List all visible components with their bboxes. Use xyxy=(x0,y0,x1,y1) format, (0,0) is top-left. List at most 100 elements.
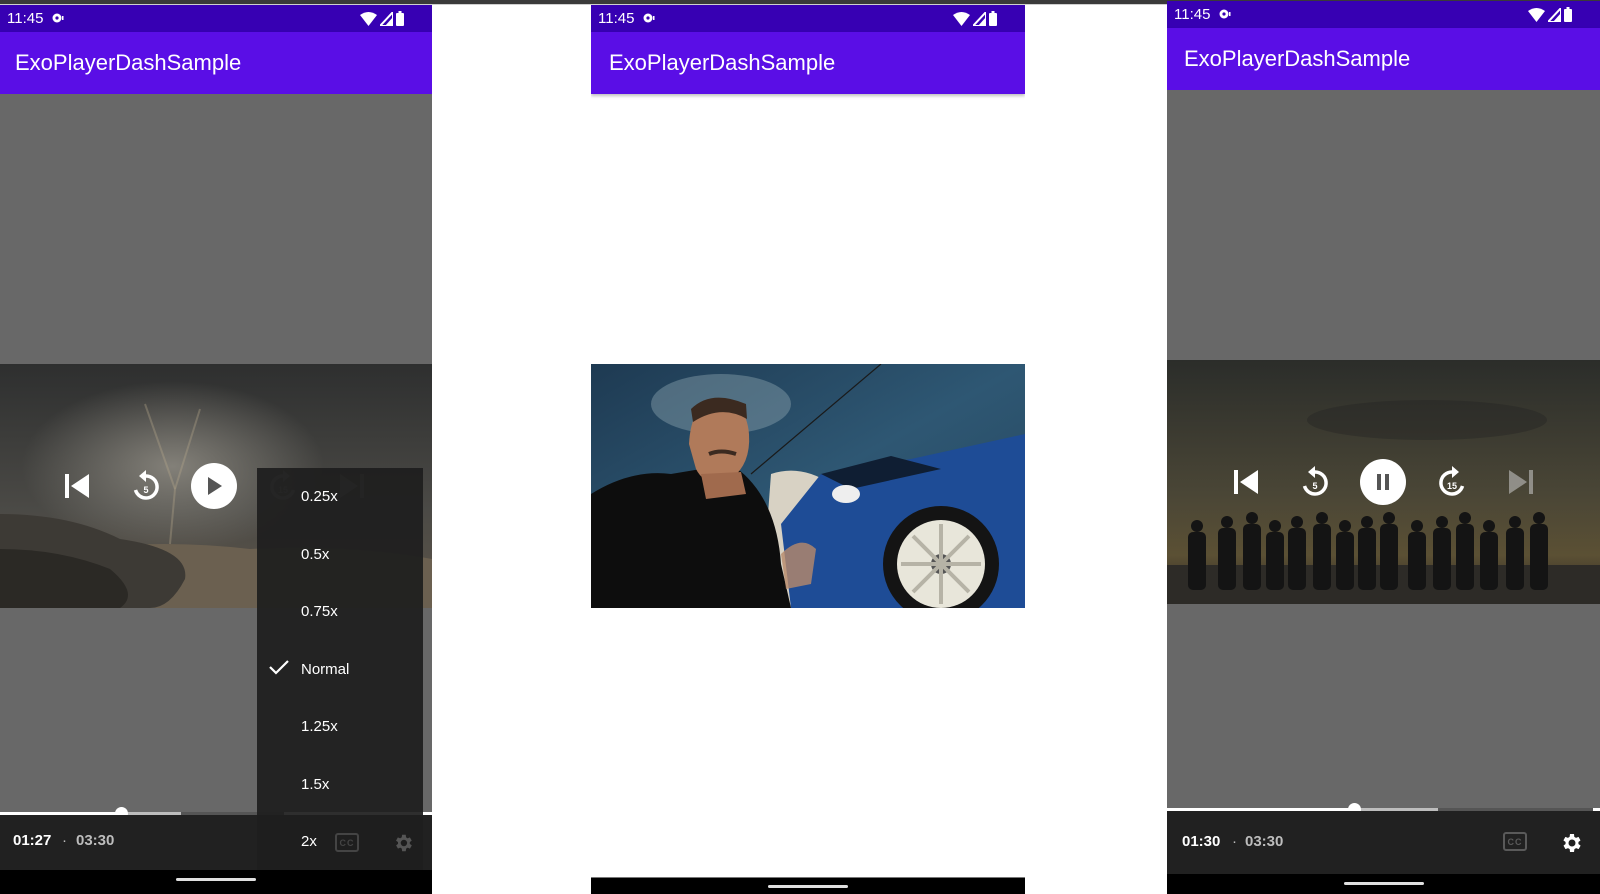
person-head xyxy=(1291,516,1303,528)
skip-previous-icon xyxy=(1234,470,1258,494)
person-head xyxy=(1221,516,1233,528)
battery-icon xyxy=(1564,7,1572,22)
rewind-button[interactable]: 5 xyxy=(124,464,168,508)
rewind-button[interactable]: 5 xyxy=(1293,460,1337,504)
control-bar: 01:30 · 03:30 CC xyxy=(1167,811,1600,874)
notification-icon xyxy=(52,13,64,23)
status-icons xyxy=(953,11,997,26)
person-silhouette xyxy=(1313,524,1331,590)
status-time: 11:45 xyxy=(1174,6,1211,23)
person-silhouette xyxy=(1218,528,1236,590)
home-gesture-handle[interactable] xyxy=(1343,882,1424,885)
home-gesture-handle[interactable] xyxy=(768,885,848,888)
subtitles-button[interactable]: CC xyxy=(1503,832,1527,851)
seek-bar-track xyxy=(591,877,1025,878)
person-head xyxy=(1361,516,1373,528)
signal-icon xyxy=(380,12,393,26)
wifi-icon xyxy=(360,12,377,26)
person-head xyxy=(1191,520,1203,532)
time-separator: · xyxy=(1232,833,1237,850)
person-head xyxy=(1339,520,1351,532)
person-head xyxy=(1509,516,1521,528)
person-silhouette xyxy=(1243,524,1261,590)
speed-option[interactable]: 0.5x xyxy=(257,526,423,583)
video-frame-man-and-car xyxy=(591,364,1025,608)
speed-option-label: 0.25x xyxy=(301,488,338,505)
speed-option[interactable]: 0.75x xyxy=(257,583,423,640)
app-bar: ExoPlayerDashSample xyxy=(591,32,1025,94)
skip-next-icon xyxy=(1509,470,1533,494)
person-head xyxy=(1533,512,1545,524)
subtitles-button[interactable]: CC xyxy=(335,833,359,852)
app-title: ExoPlayerDashSample xyxy=(1184,46,1411,71)
rewind-5-icon: 5 xyxy=(1302,466,1328,496)
navigation-bar xyxy=(0,870,432,894)
video-surface[interactable] xyxy=(591,364,1025,608)
app-title: ExoPlayerDashSample xyxy=(609,50,836,75)
forward-seconds-label: 15 xyxy=(1447,481,1457,491)
person-silhouette xyxy=(1530,524,1548,590)
current-position: 01:30 xyxy=(1182,833,1221,850)
pause-button[interactable] xyxy=(1360,459,1406,505)
settings-button[interactable] xyxy=(392,832,414,854)
duration: 03:30 xyxy=(1245,833,1284,850)
status-icons xyxy=(1528,7,1572,22)
forward-15-icon: 15 xyxy=(1439,466,1465,496)
pause-icon xyxy=(1377,474,1389,490)
person-silhouette xyxy=(1266,532,1284,590)
speed-option[interactable]: 0.25x xyxy=(257,468,423,525)
person-silhouette xyxy=(1433,528,1451,590)
duration: 03:30 xyxy=(76,832,115,849)
person-head xyxy=(1246,512,1258,524)
speed-option[interactable]: 1.5x xyxy=(257,756,423,813)
status-bar: 11:45 xyxy=(0,5,432,32)
person-silhouette xyxy=(1380,524,1398,590)
status-bar: 11:45 xyxy=(591,5,1025,32)
settings-button[interactable] xyxy=(1559,831,1583,855)
person-head xyxy=(1459,512,1471,524)
navigation-bar xyxy=(591,877,1025,894)
battery-icon xyxy=(989,11,997,26)
speed-option-label: 0.5x xyxy=(301,545,330,563)
person-head xyxy=(1316,512,1328,524)
status-bar: 11:45 xyxy=(1167,1,1600,28)
fast-forward-button[interactable]: 15 xyxy=(1430,460,1474,504)
check-icon xyxy=(269,659,289,675)
home-gesture-handle[interactable] xyxy=(176,878,256,881)
rewind-5-icon: 5 xyxy=(133,470,159,500)
current-position: 01:27 xyxy=(13,832,52,849)
cc-label: CC xyxy=(1507,836,1523,847)
person-head xyxy=(1436,516,1448,528)
person-head xyxy=(1411,520,1423,532)
person-head xyxy=(1383,512,1395,524)
speed-option-label: 0.75x xyxy=(301,603,338,620)
notification-icon xyxy=(643,13,655,23)
person-silhouette xyxy=(1188,532,1206,590)
previous-button[interactable] xyxy=(1224,460,1268,504)
speed-option[interactable]: 1.25x xyxy=(257,698,423,755)
skip-previous-icon xyxy=(65,474,89,498)
person-silhouette xyxy=(1288,528,1306,590)
play-icon xyxy=(208,477,222,495)
phone-screen-right: 11:45 ExoPlayerDashSample 5 15 01:30 · 0… xyxy=(1167,1,1600,894)
app-bar: ExoPlayerDashSample xyxy=(1167,28,1600,90)
wifi-icon xyxy=(953,12,970,26)
rewind-seconds-label: 5 xyxy=(1312,481,1317,491)
playback-speed-menu: 0.25x 0.5x 0.75x Normal 1.25x 1.5x 2x xyxy=(257,468,423,870)
speed-option-label: 1.25x xyxy=(301,718,338,735)
speed-option[interactable]: Normal xyxy=(257,641,423,698)
person-head xyxy=(1269,520,1281,532)
person-silhouette xyxy=(1408,532,1426,590)
person-silhouette xyxy=(1358,528,1376,590)
time-separator: · xyxy=(62,832,67,849)
battery-icon xyxy=(396,11,404,26)
previous-button[interactable] xyxy=(55,464,99,508)
navigation-bar xyxy=(1167,874,1600,894)
status-time: 11:45 xyxy=(7,10,44,27)
status-icons xyxy=(360,11,404,26)
play-button[interactable] xyxy=(191,463,237,509)
cc-label: CC xyxy=(339,837,355,848)
person-silhouette xyxy=(1506,528,1524,590)
next-button[interactable] xyxy=(1499,460,1543,504)
speed-option-label: 1.5x xyxy=(301,775,330,793)
